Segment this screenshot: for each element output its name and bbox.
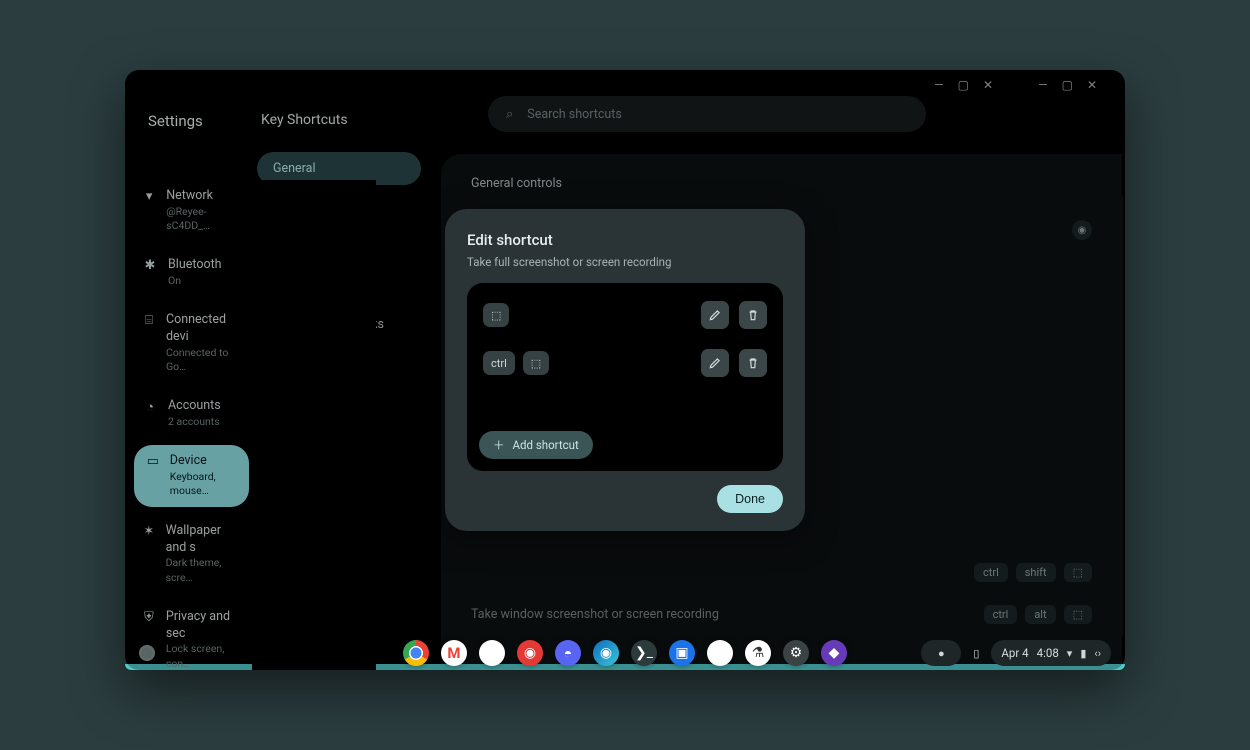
shortcut-editor: ⬚ ctrl ⬚ xyxy=(467,283,783,471)
edit-shortcut-button[interactable] xyxy=(701,349,729,377)
status-time: 4:08 xyxy=(1037,646,1059,660)
done-button[interactable]: Done xyxy=(717,485,783,513)
add-shortcut-label: Add shortcut xyxy=(513,438,579,452)
delete-shortcut-button[interactable] xyxy=(739,301,767,329)
files-icon[interactable]: ▣ xyxy=(669,640,695,666)
modal-description: Take full screenshot or screen recording xyxy=(467,255,783,269)
trash-icon xyxy=(746,356,760,370)
add-shortcut-button[interactable]: ＋ Add shortcut xyxy=(479,431,593,459)
gmail-icon[interactable]: M xyxy=(441,640,467,666)
app-icon[interactable]: ◆ xyxy=(821,640,847,666)
app-icon[interactable]: ⚗ xyxy=(745,640,771,666)
wifi-icon: ▾ xyxy=(1067,647,1073,660)
status-tray[interactable]: Apr 4 4:08 ▾ ▮ ‹› xyxy=(991,640,1111,666)
shortcut-entry: ctrl ⬚ xyxy=(479,343,771,383)
mic-icon: ● xyxy=(938,647,945,660)
discord-icon[interactable]: ◓ xyxy=(555,640,581,666)
status-date: Apr 4 xyxy=(1001,646,1028,660)
trash-icon xyxy=(746,308,760,322)
app-icon[interactable]: ◉ xyxy=(517,640,543,666)
settings-icon[interactable]: ⚙ xyxy=(783,640,809,666)
delete-shortcut-button[interactable] xyxy=(739,349,767,377)
desktop-window: — ▢ ✕ — ▢ ✕ › ⧉ › Settings xyxy=(125,70,1125,670)
edge-icon[interactable]: ◉ xyxy=(593,640,619,666)
phone-icon[interactable]: ▯ xyxy=(973,647,979,660)
shortcut-entry: ⬚ xyxy=(479,295,771,335)
overview-key-icon: ⬚ xyxy=(483,303,509,327)
photos-icon[interactable]: ✢ xyxy=(479,640,505,666)
pencil-icon xyxy=(708,356,722,370)
battery-icon: ▮ xyxy=(1080,647,1086,660)
key-cap: ctrl xyxy=(483,351,515,375)
shelf-apps: M ✢ ◉ ◓ ◉ ❯_ ▣ 〰 ⚗ ⚙ ◆ xyxy=(403,636,847,670)
overview-key-icon: ⬚ xyxy=(523,351,549,375)
terminal-icon[interactable]: ❯_ xyxy=(631,640,657,666)
chrome-icon[interactable] xyxy=(403,640,429,666)
edit-shortcut-modal: Edit shortcut Take full screenshot or sc… xyxy=(445,209,805,531)
modal-title: Edit shortcut xyxy=(467,231,783,249)
shelf: M ✢ ◉ ◓ ◉ ❯_ ▣ 〰 ⚗ ⚙ ◆ ● ▯ Apr 4 4:08 ▾ … xyxy=(125,636,1125,670)
launcher-button[interactable] xyxy=(139,645,155,661)
pencil-icon xyxy=(708,308,722,322)
edit-shortcut-button[interactable] xyxy=(701,301,729,329)
plus-icon: ＋ xyxy=(493,437,505,453)
app-icon[interactable]: 〰 xyxy=(707,640,733,666)
dev-icon: ‹› xyxy=(1094,647,1101,660)
mic-status[interactable]: ● xyxy=(921,640,961,666)
